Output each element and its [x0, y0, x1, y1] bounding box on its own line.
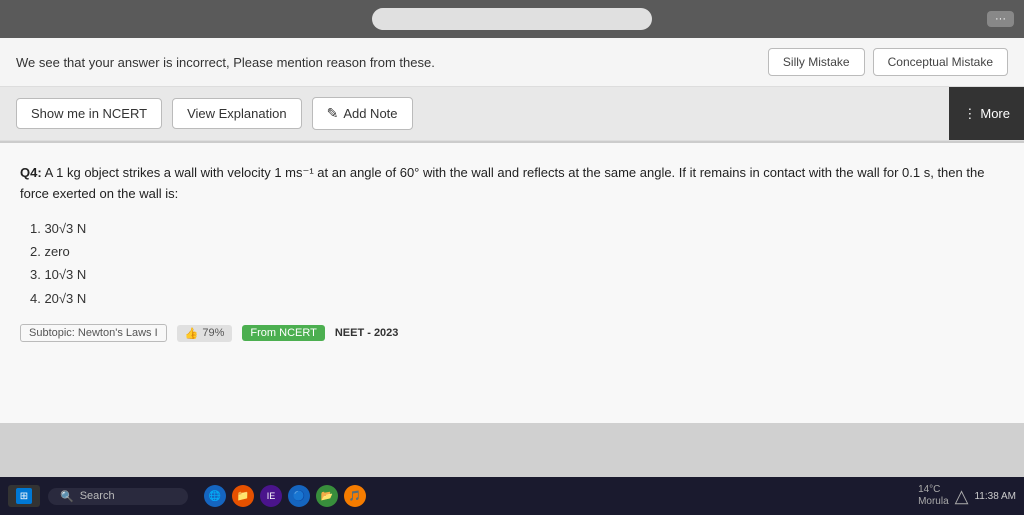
notification-bar: We see that your answer is incorrect, Pl… — [0, 38, 1024, 87]
conceptual-mistake-button[interactable]: Conceptual Mistake — [873, 48, 1008, 76]
more-label: More — [980, 106, 1010, 121]
option-3[interactable]: 3. 10√3 N — [30, 263, 1004, 286]
taskbar-right: 14°C Morula △ 11:38 AM — [918, 484, 1016, 508]
silly-mistake-button[interactable]: Silly Mistake — [768, 48, 865, 76]
exam-tag: NEET - 2023 — [335, 327, 399, 339]
accuracy-tag: 👍 79% — [177, 325, 233, 342]
taskbar-search-label: Search — [80, 490, 115, 502]
windows-icon: ⊞ — [16, 488, 32, 504]
more-button[interactable]: ⋮ More — [949, 87, 1024, 140]
ncert-label: Show me in NCERT — [31, 106, 147, 121]
tags-bar: Subtopic: Newton's Laws I 👍 79% From NCE… — [20, 324, 1004, 342]
options-list: 1. 30√3 N 2. zero 3. 10√3 N 4. 20√3 N — [30, 217, 1004, 311]
add-note-button[interactable]: ✎ Add Note — [312, 97, 413, 130]
start-button[interactable]: ⊞ — [8, 485, 40, 507]
note-label: Add Note — [343, 106, 397, 121]
taskbar-app-4[interactable]: 🔵 — [288, 485, 310, 507]
taskbar-app-1[interactable]: 🌐 — [204, 485, 226, 507]
search-icon: 🔍 — [60, 490, 74, 503]
browser-search-bar[interactable] — [372, 8, 652, 30]
taskbar-app-5[interactable]: 📂 — [316, 485, 338, 507]
notification-buttons: Silly Mistake Conceptual Mistake — [768, 48, 1008, 76]
view-explanation-button[interactable]: View Explanation — [172, 98, 302, 129]
thumb-icon: 👍 — [185, 327, 199, 340]
taskbar: ⊞ 🔍 Search 🌐 📁 IE 🔵 📂 🎵 14°C Morula △ 11… — [0, 477, 1024, 515]
option-2[interactable]: 2. zero — [30, 240, 1004, 263]
ncert-tag: From NCERT — [242, 325, 324, 341]
notification-area-icon: △ — [955, 486, 969, 507]
taskbar-apps: 🌐 📁 IE 🔵 📂 🎵 — [204, 485, 366, 507]
show-ncert-button[interactable]: Show me in NCERT — [16, 98, 162, 129]
question-text: Q4: A 1 kg object strikes a wall with ve… — [20, 163, 1004, 205]
location: Morula — [918, 496, 949, 508]
accuracy-value: 79% — [202, 327, 224, 339]
top-bar: ··· — [0, 0, 1024, 38]
note-icon: ✎ — [327, 105, 339, 122]
explanation-label: View Explanation — [187, 106, 287, 121]
action-bar: Show me in NCERT View Explanation ✎ Add … — [0, 87, 1024, 141]
option-4[interactable]: 4. 20√3 N — [30, 287, 1004, 310]
top-bar-btn-1[interactable]: ··· — [987, 11, 1014, 27]
taskbar-time: 11:38 AM — [974, 491, 1016, 502]
notification-text: We see that your answer is incorrect, Pl… — [16, 55, 435, 70]
taskbar-app-2[interactable]: 📁 — [232, 485, 254, 507]
top-bar-controls: ··· — [987, 11, 1014, 27]
weather-widget: 14°C Morula — [918, 484, 949, 508]
question-label: Q4: — [20, 165, 42, 180]
taskbar-app-6[interactable]: 🎵 — [344, 485, 366, 507]
question-body: A 1 kg object strikes a wall with veloci… — [20, 165, 984, 201]
option-1[interactable]: 1. 30√3 N — [30, 217, 1004, 240]
more-dots: ⋮ — [963, 106, 976, 122]
question-area: Q4: A 1 kg object strikes a wall with ve… — [0, 143, 1024, 423]
temperature: 14°C — [918, 484, 940, 496]
taskbar-app-3[interactable]: IE — [260, 485, 282, 507]
subtopic-tag: Subtopic: Newton's Laws I — [20, 324, 167, 342]
taskbar-search[interactable]: 🔍 Search — [48, 488, 188, 505]
